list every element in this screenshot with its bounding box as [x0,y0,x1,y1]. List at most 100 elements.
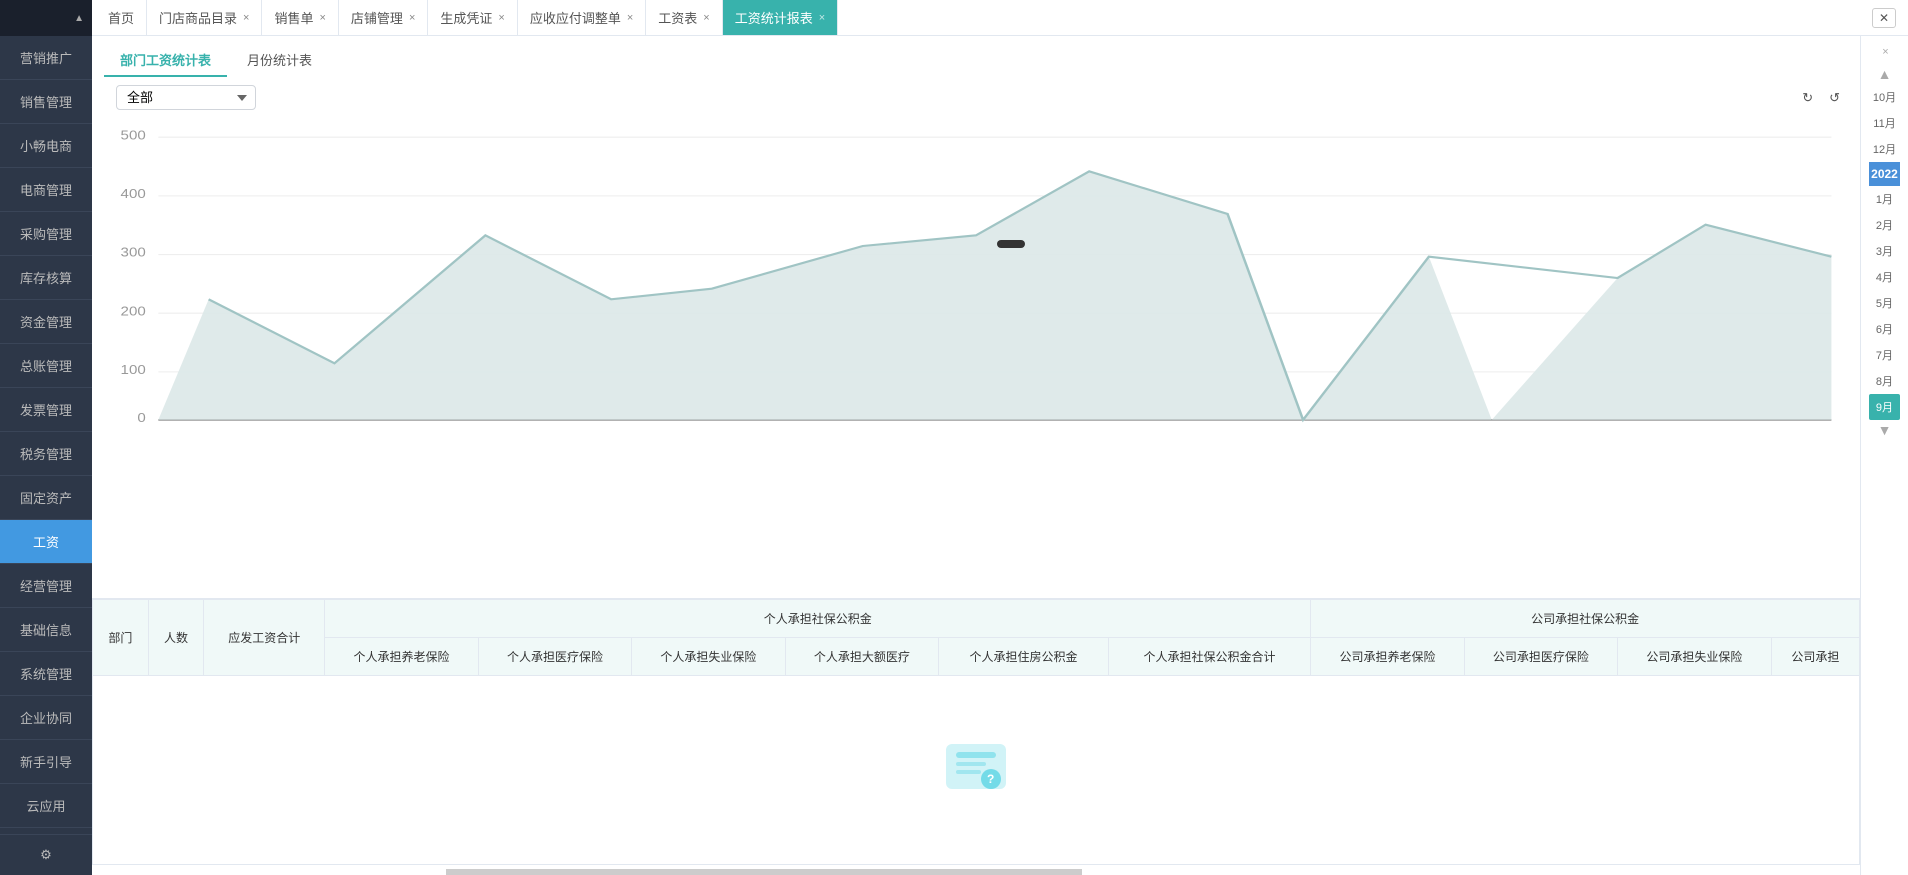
page-content: 部门工资统计表月份统计表 全部 ↻ ↺ [92,36,1908,875]
tab-label-wage: 工资表 [658,8,697,27]
col-group-personal: 个人承担社保公积金 [325,600,1311,638]
timeline-item-3月[interactable]: 3月 [1869,238,1900,264]
sidebar-item-ecommerce[interactable]: 电商管理 [0,168,92,212]
tab-label-home: 首页 [108,8,134,27]
main-area: 首页门店商品目录×销售单×店铺管理×生成凭证×应收应付调整单×工资表×工资统计报… [92,0,1908,875]
timeline-item-7月[interactable]: 7月 [1869,342,1900,368]
svg-text:400: 400 [121,186,146,201]
sidebar-item-sales[interactable]: 销售管理 [0,80,92,124]
sub-col---------: 个人承担养老保险 [325,638,478,676]
data-table: 部门 人数 应发工资合计 个人承担社保公积金 公司承担社保公积金 个人承担养老保… [92,599,1860,865]
tab-home[interactable]: 首页 [96,0,147,35]
sidebar-item-assets[interactable]: 固定资产 [0,476,92,520]
timeline-item-8月[interactable]: 8月 [1869,368,1900,394]
download-button[interactable]: ↻ [1802,90,1817,106]
tab-sales-order[interactable]: 销售单 × [262,0,338,35]
sub-tab-bar: 部门工资统计表月份统计表 [92,36,1860,77]
refresh-icon: ↺ [1829,90,1840,106]
timeline-item-2022[interactable]: 2022 [1869,162,1900,186]
tab-label-sales-order: 销售单 [274,8,313,27]
col-total-wage: 应发工资合计 [204,600,325,676]
svg-text:500: 500 [121,127,146,142]
sidebar-item-guide[interactable]: 新手引导 [0,740,92,784]
close-window-button[interactable]: ✕ [1872,8,1896,28]
tab-bar-end: ✕ [1872,8,1904,28]
gear-icon: ⚙ [40,847,52,862]
sidebar-item-basic[interactable]: 基础信息 [0,608,92,652]
sidebar-header[interactable]: ▲ [0,0,92,36]
tab-store[interactable]: 店铺管理× [339,0,428,35]
col-group-company: 公司承担社保公积金 [1311,600,1860,638]
timeline-item-2月[interactable]: 2月 [1869,212,1900,238]
sidebar-item-cloud[interactable]: 云应用 [0,784,92,828]
tab-product[interactable]: 门店商品目录 × [147,0,262,35]
tab-receivable[interactable]: 应收应付调整单 × [518,0,646,35]
sub-tab-month-stats[interactable]: 月份统计表 [231,44,328,77]
timeline-item-5月[interactable]: 5月 [1869,290,1900,316]
timeline-item-6月[interactable]: 6月 [1869,316,1900,342]
timeline-item-11月[interactable]: 11月 [1869,110,1900,136]
timeline-item-4月[interactable]: 4月 [1869,264,1900,290]
tab-wage-report[interactable]: 工资统计报表× [723,0,838,35]
tab-close-sales-order[interactable]: × [319,12,325,24]
chart-svg: 500 400 300 200 100 0 [108,118,1844,438]
sidebar-item-invoice[interactable]: 发票管理 [0,388,92,432]
content-area: 部门工资统计表月份统计表 全部 ↻ ↺ [92,36,1860,875]
sidebar-item-finance[interactable]: 资金管理 [0,300,92,344]
sidebar-item-enterprise[interactable]: 企业协同 [0,696,92,740]
sidebar-item-inventory[interactable]: 库存核算 [0,256,92,300]
tab-close-store[interactable]: × [409,12,415,24]
sub-tab-dept-stats[interactable]: 部门工资统计表 [104,44,227,77]
dept-select[interactable]: 全部 [116,85,256,110]
timeline-up-arrow[interactable]: ▲ [1875,64,1895,84]
sub-col---------: 个人承担失业保险 [632,638,785,676]
tab-label-product: 门店商品目录 [159,8,237,27]
timeline-item-1月[interactable]: 1月 [1869,186,1900,212]
sidebar-item-tax[interactable]: 税务管理 [0,432,92,476]
sidebar-item-system[interactable]: 系统管理 [0,652,92,696]
sidebar-settings[interactable]: ⚙ [0,834,92,875]
timeline-item-10月[interactable]: 10月 [1869,84,1900,110]
table-wrapper[interactable]: 部门 人数 应发工资合计 个人承担社保公积金 公司承担社保公积金 个人承担养老保… [92,598,1860,875]
tab-label-receivable: 应收应付调整单 [530,8,621,27]
sub-col---------: 公司承担医疗保险 [1464,638,1617,676]
tab-produce[interactable]: 生成凭证× [428,0,517,35]
timeline-close-button[interactable]: × [1880,44,1890,60]
refresh-button[interactable]: ↺ [1829,90,1844,106]
timeline-down-arrow[interactable]: ▼ [1875,420,1895,440]
tab-close-produce[interactable]: × [498,12,504,24]
sidebar-item-ecommerce-small[interactable]: 小畅电商 [0,124,92,168]
no-data-tooltip [997,240,1025,248]
sidebar-item-ledger[interactable]: 总账管理 [0,344,92,388]
sidebar-item-operation[interactable]: 经营管理 [0,564,92,608]
timeline-header: × [1874,40,1894,64]
svg-text:?: ? [987,772,994,786]
tab-close-receivable[interactable]: × [627,12,633,24]
timeline-item-9月[interactable]: 9月 [1869,394,1900,420]
download-icon: ↻ [1802,90,1813,106]
sidebar: ▲ 营销推广销售管理小畅电商电商管理采购管理库存核算资金管理总账管理发票管理税务… [0,0,92,875]
sub-col----------: 个人承担住房公积金 [939,638,1109,676]
tab-close-wage-report[interactable]: × [819,12,825,24]
sub-col------------: 个人承担社保公积金合计 [1108,638,1310,676]
toolbar-left: 全部 [108,85,256,110]
sub-col---------: 个人承担医疗保险 [478,638,631,676]
sidebar-item-marketing[interactable]: 营销推广 [0,36,92,80]
sidebar-item-purchase[interactable]: 采购管理 [0,212,92,256]
col-count: 人数 [148,600,204,676]
sidebar-item-salary[interactable]: 工资 [0,520,92,564]
timeline-sidebar: × ▲ 10月11月12月20221月2月3月4月5月6月7月8月9月 ▼ [1860,36,1908,875]
sub-col-----: 公司承担 [1771,638,1859,676]
tab-bar: 首页门店商品目录×销售单×店铺管理×生成凭证×应收应付调整单×工资表×工资统计报… [92,0,1908,36]
toolbar: 全部 ↻ ↺ [92,77,1860,118]
sub-col---------: 个人承担大额医疗 [785,638,938,676]
tab-close-product[interactable]: × [243,12,249,24]
col-dept: 部门 [93,600,149,676]
svg-text:200: 200 [121,303,146,318]
tab-close-wage[interactable]: × [703,12,709,24]
empty-illustration: ? [936,724,1016,804]
tab-wage[interactable]: 工资表 × [646,0,722,35]
timeline-item-12月[interactable]: 12月 [1869,136,1900,162]
toolbar-right: ↻ ↺ [1802,90,1844,106]
sub-col---------: 公司承担养老保险 [1311,638,1464,676]
